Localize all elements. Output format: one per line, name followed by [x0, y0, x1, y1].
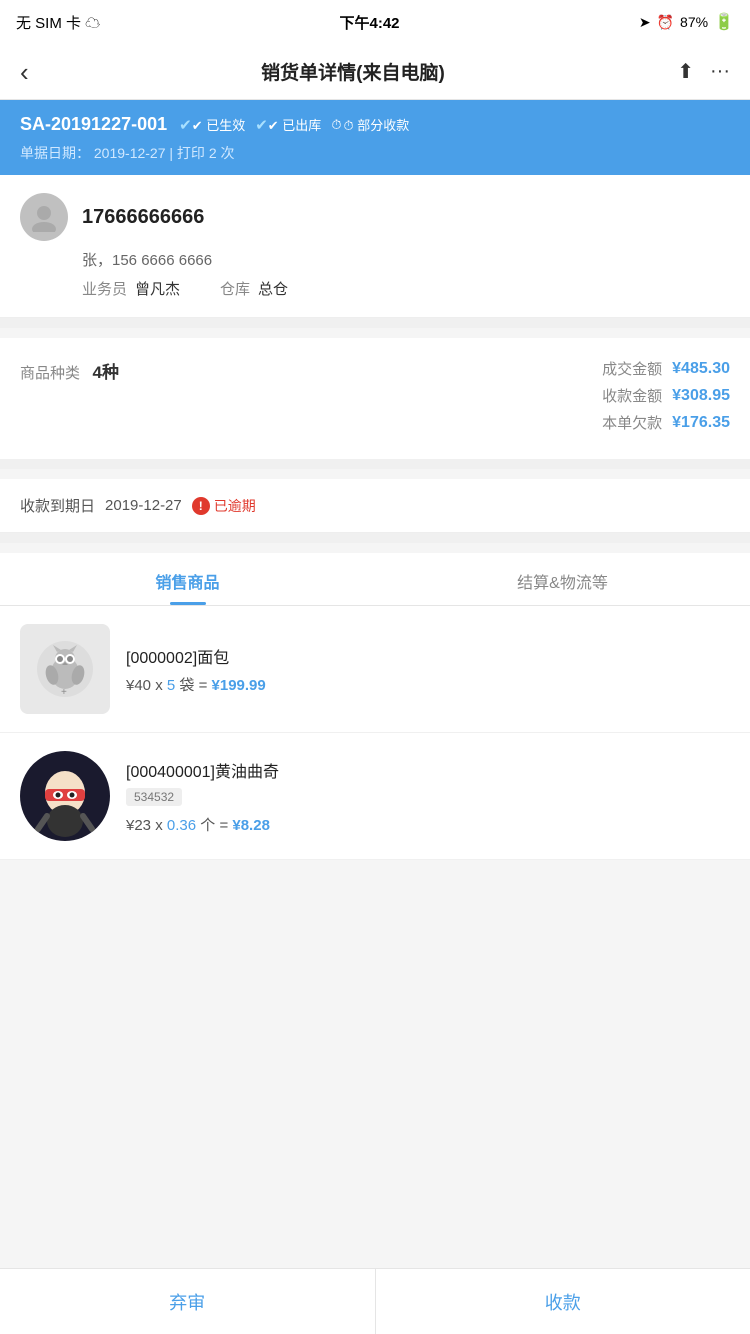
tab-settlement[interactable]: 结算&物流等: [375, 553, 750, 605]
warehouse-label: 仓库: [220, 278, 250, 299]
overdue-badge: ! 已逾期: [192, 496, 256, 516]
warehouse-value: 总仓: [258, 278, 288, 299]
back-button[interactable]: ‹: [20, 59, 29, 85]
product-price-1: ¥40 x 5 袋 = ¥199.99: [126, 674, 730, 695]
location-icon: ➤: [639, 14, 651, 31]
products-section: + [0000002]面包 ¥40 x 5 袋 = ¥199.99: [0, 606, 750, 860]
customer-meta: 业务员 曾凡杰 仓库 总仓: [82, 278, 730, 299]
due-date-label: 收款到期日: [20, 495, 95, 516]
product-thumb-2: [20, 751, 110, 841]
customer-section: 17666666666 张，156 6666 6666 业务员 曾凡杰 仓库 总…: [0, 175, 750, 318]
more-icon[interactable]: ···: [710, 60, 730, 83]
due-date-value: 2019-12-27: [105, 497, 182, 514]
battery-status: 87%: [680, 14, 708, 30]
summary-left: 商品种类 4种: [20, 358, 119, 389]
product-qty-1: 5: [167, 677, 175, 694]
salesperson-item: 业务员 曾凡杰: [82, 278, 180, 299]
due-section: 收款到期日 2019-12-27 ! 已逾期: [0, 479, 750, 533]
owed-label: 本单欠款: [602, 412, 662, 433]
salesperson-label: 业务员: [82, 278, 127, 299]
salesperson-value: 曾凡杰: [135, 278, 180, 299]
battery-icon: 🔋: [714, 12, 734, 32]
product-info-2: [000400001]黄油曲奇 534532 ¥23 x 0.36 个 = ¥8…: [126, 758, 730, 835]
product-item-2: [000400001]黄油曲奇 534532 ¥23 x 0.36 个 = ¥8…: [0, 733, 750, 860]
page-title: 销货单详情(来自电脑): [261, 58, 445, 85]
collect-payment-button[interactable]: 收款: [376, 1269, 750, 1334]
sim-status: 无 SIM 卡 ☁: [16, 12, 100, 33]
summary-section: 商品种类 4种 成交金额 ¥485.30 收款金额 ¥308.95 本单欠款 ¥…: [0, 338, 750, 459]
divider-3: [0, 533, 750, 543]
bottom-bar: 弃审 收款: [0, 1268, 750, 1334]
badge-partial-payment: ⏱ ⏱ 部分收款: [331, 115, 409, 134]
product-types-value: 4种: [93, 363, 119, 382]
share-icon[interactable]: ⬆: [677, 59, 694, 84]
product-qty-2: 0.36: [167, 817, 196, 834]
product-sku-2: 534532: [126, 788, 182, 806]
check-icon-2: ✔: [255, 116, 268, 134]
order-header: SA-20191227-001 ✔ ✔ 已生效 ✔ ✔ 已出库 ⏱ ⏱ 部分收款…: [0, 100, 750, 175]
product-total-1: ¥199.99: [212, 677, 266, 694]
customer-phone: 17666666666: [82, 206, 204, 229]
received-value: ¥308.95: [672, 387, 730, 405]
divider-1: [0, 318, 750, 328]
status-bar-time: 下午4:42: [340, 12, 400, 33]
nav-bar: ‹ 销货单详情(来自电脑) ⬆ ···: [0, 44, 750, 100]
product-unit-price-1: ¥40: [126, 677, 151, 694]
product-item-1: + [0000002]面包 ¥40 x 5 袋 = ¥199.99: [0, 606, 750, 733]
owed-value: ¥176.35: [672, 414, 730, 432]
product-types-label: 商品种类: [20, 365, 80, 382]
svg-text:+: +: [61, 687, 67, 698]
clock-icon: ⏱: [331, 117, 341, 133]
product-price-2: ¥23 x 0.36 个 = ¥8.28: [126, 814, 730, 835]
tabs-section: 销售商品 结算&物流等: [0, 553, 750, 606]
overdue-icon: !: [192, 497, 210, 515]
bottom-spacer: [0, 860, 750, 940]
product-info-1: [0000002]面包 ¥40 x 5 袋 = ¥199.99: [126, 644, 730, 695]
customer-name-phone: 张，156 6666 6666: [82, 249, 730, 270]
order-date-label: 单据日期：: [20, 145, 90, 161]
status-bar: 无 SIM 卡 ☁ 下午4:42 ➤ ⏰ 87% 🔋: [0, 0, 750, 44]
order-id: SA-20191227-001: [20, 114, 167, 135]
received-label: 收款金额: [602, 385, 662, 406]
received-row: 收款金额 ¥308.95: [602, 385, 730, 406]
amount-label: 成交金额: [602, 358, 662, 379]
customer-avatar: [20, 193, 68, 241]
check-icon-1: ✔: [179, 116, 192, 134]
alarm-icon: ⏰: [657, 14, 674, 31]
order-print-info: | 打印 2 次: [169, 145, 234, 161]
summary-right: 成交金额 ¥485.30 收款金额 ¥308.95 本单欠款 ¥176.35: [602, 358, 730, 439]
status-bar-left: 无 SIM 卡 ☁: [16, 12, 100, 33]
status-bar-right: ➤ ⏰ 87% 🔋: [639, 12, 734, 32]
product-thumb-1: +: [20, 624, 110, 714]
nav-actions: ⬆ ···: [677, 59, 730, 84]
warehouse-item: 仓库 总仓: [220, 278, 288, 299]
amount-row: 成交金额 ¥485.30: [602, 358, 730, 379]
order-badges: ✔ ✔ 已生效 ✔ ✔ 已出库 ⏱ ⏱ 部分收款: [179, 115, 409, 134]
amount-value: ¥485.30: [672, 360, 730, 378]
cancel-review-button[interactable]: 弃审: [0, 1269, 376, 1334]
badge-effective: ✔ ✔ 已生效: [179, 115, 245, 134]
tab-products[interactable]: 销售商品: [0, 553, 375, 605]
order-date-value: 2019-12-27: [94, 145, 166, 161]
product-types-row: 商品种类 4种: [20, 358, 119, 383]
product-unit-price-2: ¥23: [126, 817, 151, 834]
order-date-row: 单据日期： 2019-12-27 | 打印 2 次: [20, 143, 730, 163]
badge-shipped: ✔ ✔ 已出库: [255, 115, 321, 134]
divider-2: [0, 459, 750, 469]
overdue-text: 已逾期: [214, 496, 256, 516]
tabs-row: 销售商品 结算&物流等: [0, 553, 750, 605]
product-name-1: [0000002]面包: [126, 644, 730, 668]
owed-row: 本单欠款 ¥176.35: [602, 412, 730, 433]
product-total-2: ¥8.28: [232, 817, 270, 834]
product-name-2: [000400001]黄油曲奇: [126, 758, 730, 782]
